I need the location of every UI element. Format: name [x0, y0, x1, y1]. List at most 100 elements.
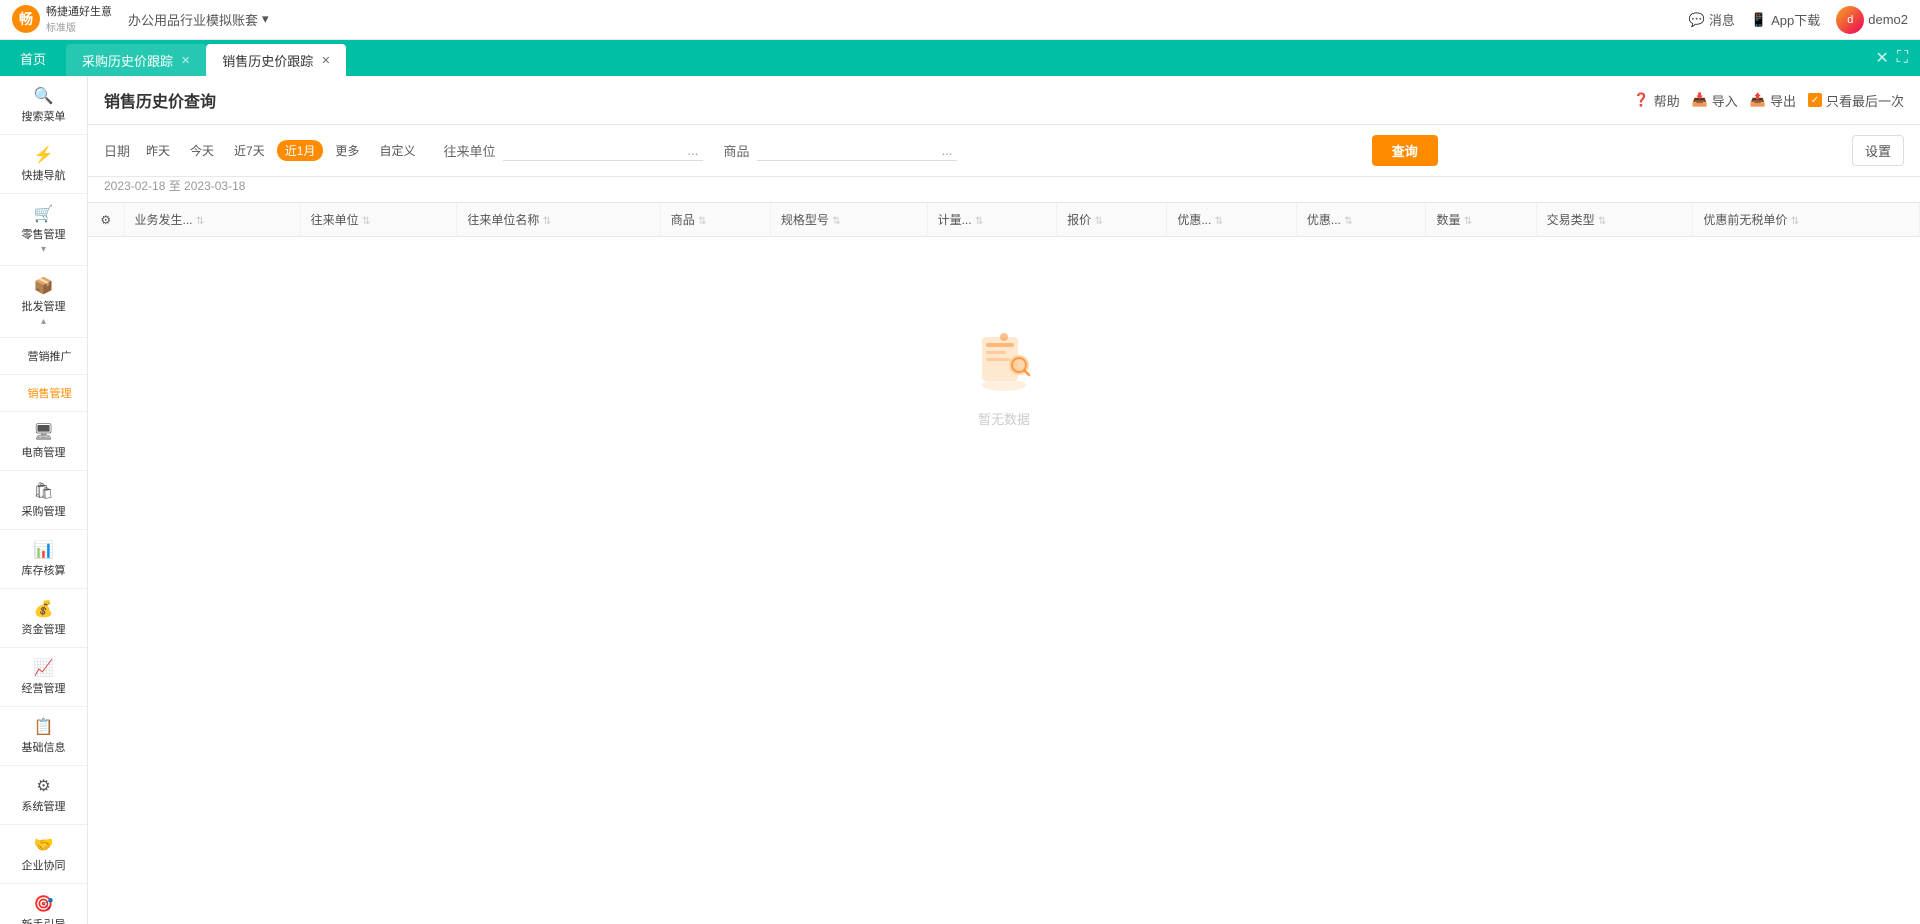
th-partner-label: 往来单位: [311, 213, 359, 227]
import-label: 导入: [1712, 91, 1738, 110]
only-last-checkbox[interactable]: ✓ 只看最后一次: [1808, 91, 1904, 110]
collab-icon: 🤝: [34, 835, 54, 855]
app-download-action[interactable]: 📱 App下载: [1751, 10, 1820, 29]
sidebar-quicknav-label: 快捷导航: [22, 167, 66, 183]
message-label: 消息: [1709, 10, 1735, 29]
date-label: 日期: [104, 141, 130, 160]
purchase-icon: 🛍: [33, 481, 53, 501]
date-btn-more[interactable]: 更多: [327, 140, 367, 161]
settings-button[interactable]: 设置: [1852, 135, 1904, 166]
company-selector[interactable]: 办公用品行业模拟账套 ▾: [120, 6, 277, 33]
goods-dots[interactable]: ...: [941, 143, 952, 158]
page-actions: ❓ 帮助 📥 导入 📤 导出 ✓ 只看最后一次: [1633, 91, 1904, 110]
partner-dots[interactable]: ...: [687, 143, 698, 158]
th-spec[interactable]: 规格型号 ⇅: [770, 203, 927, 237]
th-pretax-price[interactable]: 优惠前无税单价 ⇅: [1693, 203, 1920, 237]
th-price-label: 报价: [1067, 213, 1091, 227]
expand-icon[interactable]: ⛶: [1897, 49, 1908, 67]
th-price[interactable]: 报价 ⇅: [1057, 203, 1167, 237]
table-header: ⚙ 业务发生... ⇅ 往来单位 ⇅ 往来单位名称 ⇅: [88, 203, 1920, 237]
th-goods[interactable]: 商品 ⇅: [660, 203, 770, 237]
system-icon: ⚙: [36, 776, 50, 796]
th-discount2-label: 优惠...: [1307, 213, 1341, 227]
partner-input[interactable]: [503, 143, 683, 158]
sidebar-basic-label: 基础信息: [22, 739, 66, 755]
th-biz-date-label: 业务发生...: [135, 213, 193, 227]
sidebar-item-retail[interactable]: 🛒 零售管理 ▾: [0, 194, 87, 266]
logo-sub: 标准版: [46, 19, 112, 34]
sidebar-item-ecommerce[interactable]: 🖥 电商管理: [0, 412, 87, 471]
sidebar-item-wholesale[interactable]: 📦 批发管理 ▴: [0, 266, 87, 338]
sidebar-item-search[interactable]: 🔍 搜索菜单: [0, 76, 87, 135]
date-btn-custom[interactable]: 自定义: [371, 140, 423, 161]
sidebar-item-purchase[interactable]: 🛍 采购管理: [0, 471, 87, 530]
sidebar-item-quicknav[interactable]: ⚡ 快捷导航: [0, 135, 87, 194]
tab-purchase-label: 采购历史价跟踪: [82, 51, 173, 70]
th-unit-label: 计量...: [938, 213, 972, 227]
th-trade-type[interactable]: 交易类型 ⇅: [1536, 203, 1693, 237]
tab-purchase-history[interactable]: 采购历史价跟踪 ✕: [66, 44, 206, 76]
search-icon: 🔍: [34, 86, 54, 106]
sidebar-item-collab[interactable]: 🤝 企业协同: [0, 825, 87, 884]
date-btn-today[interactable]: 今天: [182, 140, 222, 161]
avatar-initial: d: [1847, 14, 1853, 26]
content-area: 销售历史价查询 ❓ 帮助 📥 导入 📤 导出 ✓: [88, 76, 1920, 924]
th-partner-name[interactable]: 往来单位名称 ⇅: [457, 203, 660, 237]
chevron-up-icon: ▴: [41, 316, 46, 327]
tab-sales-label: 销售历史价跟踪: [222, 51, 313, 70]
tab-home[interactable]: 首页: [0, 40, 66, 76]
sort-arrows-partner: ⇅: [362, 216, 370, 227]
page-header: 销售历史价查询 ❓ 帮助 📥 导入 📤 导出 ✓: [88, 76, 1920, 125]
help-icon: ❓: [1633, 92, 1649, 108]
sidebar-item-finance[interactable]: 💰 资金管理: [0, 589, 87, 648]
th-biz-date[interactable]: 业务发生... ⇅: [124, 203, 300, 237]
user-name: demo2: [1868, 12, 1908, 27]
sort-arrows-quantity: ⇅: [1464, 216, 1472, 227]
sidebar-item-marketing[interactable]: 营销推广: [0, 338, 87, 375]
sidebar: 🔍 搜索菜单 ⚡ 快捷导航 🛒 零售管理 ▾ 📦 批发管理 ▴ 营销推广 销售管…: [0, 76, 88, 924]
th-goods-label: 商品: [671, 213, 695, 227]
finance-icon: 💰: [34, 599, 54, 619]
sidebar-item-operation[interactable]: 📈 经营管理: [0, 648, 87, 707]
help-button[interactable]: ❓ 帮助: [1633, 91, 1679, 110]
tab-purchase-close[interactable]: ✕: [181, 54, 190, 67]
goods-input[interactable]: [757, 143, 937, 158]
query-button[interactable]: 查询: [1372, 135, 1438, 166]
sidebar-item-basic[interactable]: 📋 基础信息: [0, 707, 87, 766]
tab-sales-close[interactable]: ✕: [321, 54, 330, 67]
sort-arrows-discount1: ⇅: [1215, 216, 1223, 227]
message-action[interactable]: 💬 消息: [1689, 10, 1735, 29]
th-quantity[interactable]: 数量 ⇅: [1426, 203, 1536, 237]
sidebar-sales-label: 销售管理: [28, 385, 72, 401]
checkbox-icon: ✓: [1808, 93, 1822, 107]
th-discount1[interactable]: 优惠... ⇅: [1167, 203, 1297, 237]
user-area[interactable]: d demo2: [1836, 6, 1908, 34]
sort-arrows-discount2: ⇅: [1344, 216, 1352, 227]
sidebar-item-system[interactable]: ⚙ 系统管理: [0, 766, 87, 825]
empty-state: 暂无数据: [88, 237, 1920, 508]
sidebar-inventory-label: 库存核算: [22, 562, 66, 578]
th-settings[interactable]: ⚙: [88, 203, 124, 237]
th-unit[interactable]: 计量... ⇅: [927, 203, 1057, 237]
logo-text: 畅捷通好生意: [46, 5, 112, 19]
th-discount1-label: 优惠...: [1177, 213, 1211, 227]
sidebar-item-sales[interactable]: 销售管理: [0, 375, 87, 412]
date-btn-7days[interactable]: 近7天: [226, 140, 273, 161]
export-label: 导出: [1770, 91, 1796, 110]
export-button[interactable]: 📤 导出: [1750, 91, 1796, 110]
sidebar-item-inventory[interactable]: 📊 库存核算: [0, 530, 87, 589]
close-window-icon[interactable]: ✕: [1875, 48, 1888, 68]
sort-arrows-biz: ⇅: [196, 216, 204, 227]
import-button[interactable]: 📥 导入: [1692, 91, 1738, 110]
partner-input-area: ...: [503, 141, 703, 161]
tab-sales-history[interactable]: 销售历史价跟踪 ✕: [206, 44, 346, 76]
th-discount2[interactable]: 优惠... ⇅: [1296, 203, 1426, 237]
date-btn-1month[interactable]: 近1月: [277, 140, 324, 161]
th-partner[interactable]: 往来单位 ⇅: [300, 203, 457, 237]
sidebar-item-guide[interactable]: 🎯 新手引导: [0, 884, 87, 924]
quicknav-icon: ⚡: [34, 145, 54, 165]
table-container: ⚙ 业务发生... ⇅ 往来单位 ⇅ 往来单位名称 ⇅: [88, 203, 1920, 924]
date-btn-yesterday[interactable]: 昨天: [138, 140, 178, 161]
import-icon: 📥: [1692, 92, 1708, 108]
th-quantity-label: 数量: [1436, 213, 1460, 227]
